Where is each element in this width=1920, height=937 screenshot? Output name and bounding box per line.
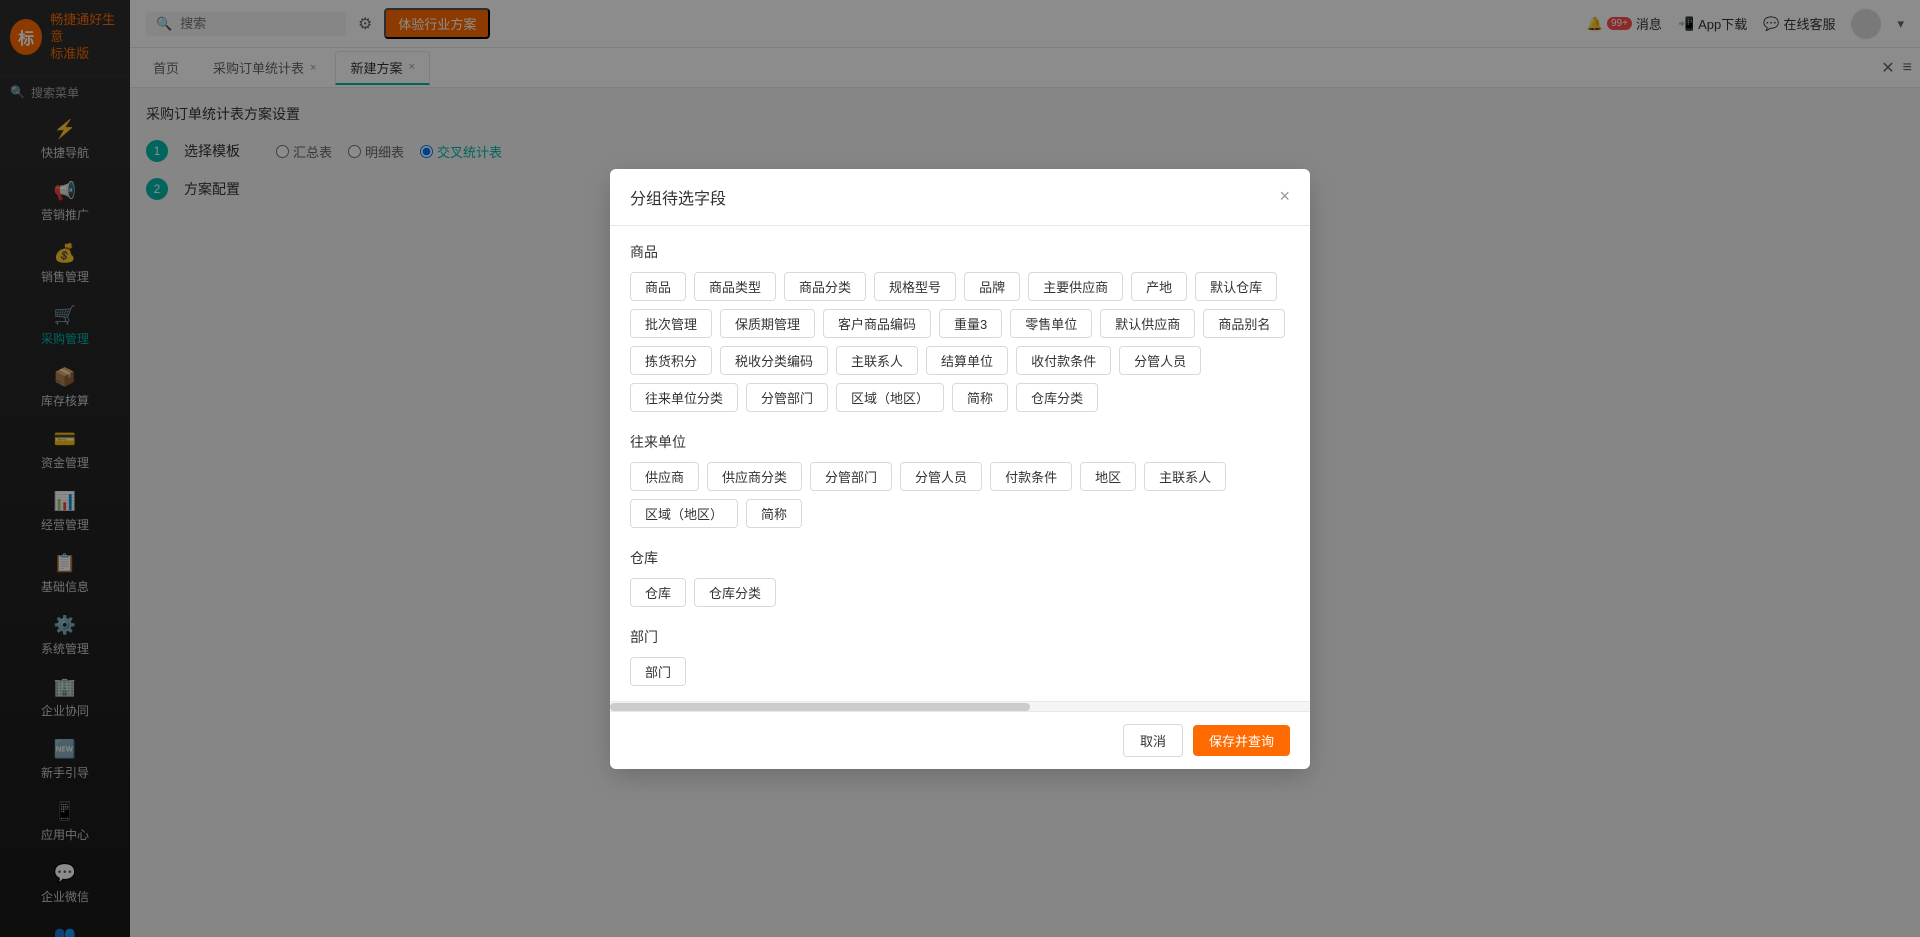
chip-supplier-category[interactable]: 供应商分类: [707, 462, 802, 491]
dialog-close-button[interactable]: ×: [1279, 186, 1290, 207]
section-partner: 往来单位 供应商 供应商分类 分管部门 分管人员 付款条件 地区 主联系人 区域…: [630, 432, 1290, 528]
chip-customer-code[interactable]: 客户商品编码: [823, 309, 931, 338]
chip-partner-staff[interactable]: 分管人员: [900, 462, 982, 491]
dialog-body: 商品 商品 商品类型 商品分类 规格型号 品牌 主要供应商 产地 默认仓库 批次…: [610, 226, 1310, 701]
chip-retail-unit[interactable]: 零售单位: [1010, 309, 1092, 338]
chip-goods-alias[interactable]: 商品别名: [1203, 309, 1285, 338]
partner-chips: 供应商 供应商分类 分管部门 分管人员 付款条件 地区 主联系人 区域（地区） …: [630, 462, 1290, 528]
section-department: 部门 部门: [630, 627, 1290, 686]
field-select-dialog: 分组待选字段 × 商品 商品 商品类型 商品分类 规格型号 品牌 主要供应商 产…: [610, 169, 1310, 769]
chip-default-warehouse[interactable]: 默认仓库: [1195, 272, 1277, 301]
dialog-horizontal-scrollbar[interactable]: [610, 701, 1310, 711]
chip-region-area[interactable]: 区域（地区）: [630, 499, 738, 528]
cancel-button[interactable]: 取消: [1123, 724, 1183, 757]
chip-region[interactable]: 区域（地区）: [836, 383, 944, 412]
chip-goods-type[interactable]: 商品类型: [694, 272, 776, 301]
section-goods-title: 商品: [630, 242, 1290, 262]
chip-warehouse-cat[interactable]: 仓库分类: [694, 578, 776, 607]
chip-payment-terms[interactable]: 收付款条件: [1016, 346, 1111, 375]
chip-main-contact2[interactable]: 主联系人: [1144, 462, 1226, 491]
chip-pay-terms[interactable]: 付款条件: [990, 462, 1072, 491]
chip-origin[interactable]: 产地: [1131, 272, 1187, 301]
chip-manage-staff[interactable]: 分管人员: [1119, 346, 1201, 375]
chip-brand[interactable]: 品牌: [964, 272, 1020, 301]
chip-goods[interactable]: 商品: [630, 272, 686, 301]
chip-from-unit-category[interactable]: 往来单位分类: [630, 383, 738, 412]
chip-partner-dept[interactable]: 分管部门: [810, 462, 892, 491]
section-warehouse-title: 仓库: [630, 548, 1290, 568]
chip-goods-category[interactable]: 商品分类: [784, 272, 866, 301]
chip-expiry-mgmt[interactable]: 保质期管理: [720, 309, 815, 338]
chip-main-supplier[interactable]: 主要供应商: [1028, 272, 1123, 301]
chip-tax-code[interactable]: 税收分类编码: [720, 346, 828, 375]
chip-default-supplier[interactable]: 默认供应商: [1100, 309, 1195, 338]
section-department-title: 部门: [630, 627, 1290, 647]
chip-short-name[interactable]: 简称: [952, 383, 1008, 412]
chip-settlement-unit[interactable]: 结算单位: [926, 346, 1008, 375]
dialog-hscroll-thumb[interactable]: [610, 703, 1030, 711]
section-goods: 商品 商品 商品类型 商品分类 规格型号 品牌 主要供应商 产地 默认仓库 批次…: [630, 242, 1290, 412]
dialog-header: 分组待选字段 ×: [610, 169, 1310, 226]
chip-main-contact[interactable]: 主联系人: [836, 346, 918, 375]
chip-warehouse-category[interactable]: 仓库分类: [1016, 383, 1098, 412]
chip-weight3[interactable]: 重量3: [939, 309, 1002, 338]
dialog-title: 分组待选字段: [630, 185, 726, 209]
confirm-button[interactable]: 保存并查询: [1193, 725, 1290, 756]
chip-short-name2[interactable]: 简称: [746, 499, 802, 528]
chip-department[interactable]: 部门: [630, 657, 686, 686]
chip-warehouse[interactable]: 仓库: [630, 578, 686, 607]
chip-pick-score[interactable]: 拣货积分: [630, 346, 712, 375]
section-partner-title: 往来单位: [630, 432, 1290, 452]
chip-spec-type[interactable]: 规格型号: [874, 272, 956, 301]
chip-region2[interactable]: 地区: [1080, 462, 1136, 491]
chip-batch-mgmt[interactable]: 批次管理: [630, 309, 712, 338]
goods-chips: 商品 商品类型 商品分类 规格型号 品牌 主要供应商 产地 默认仓库 批次管理 …: [630, 272, 1290, 412]
warehouse-chips: 仓库 仓库分类: [630, 578, 1290, 607]
chip-supplier[interactable]: 供应商: [630, 462, 699, 491]
department-chips: 部门: [630, 657, 1290, 686]
chip-manage-dept[interactable]: 分管部门: [746, 383, 828, 412]
dialog-footer: 取消 保存并查询: [610, 711, 1310, 769]
section-warehouse: 仓库 仓库 仓库分类: [630, 548, 1290, 607]
